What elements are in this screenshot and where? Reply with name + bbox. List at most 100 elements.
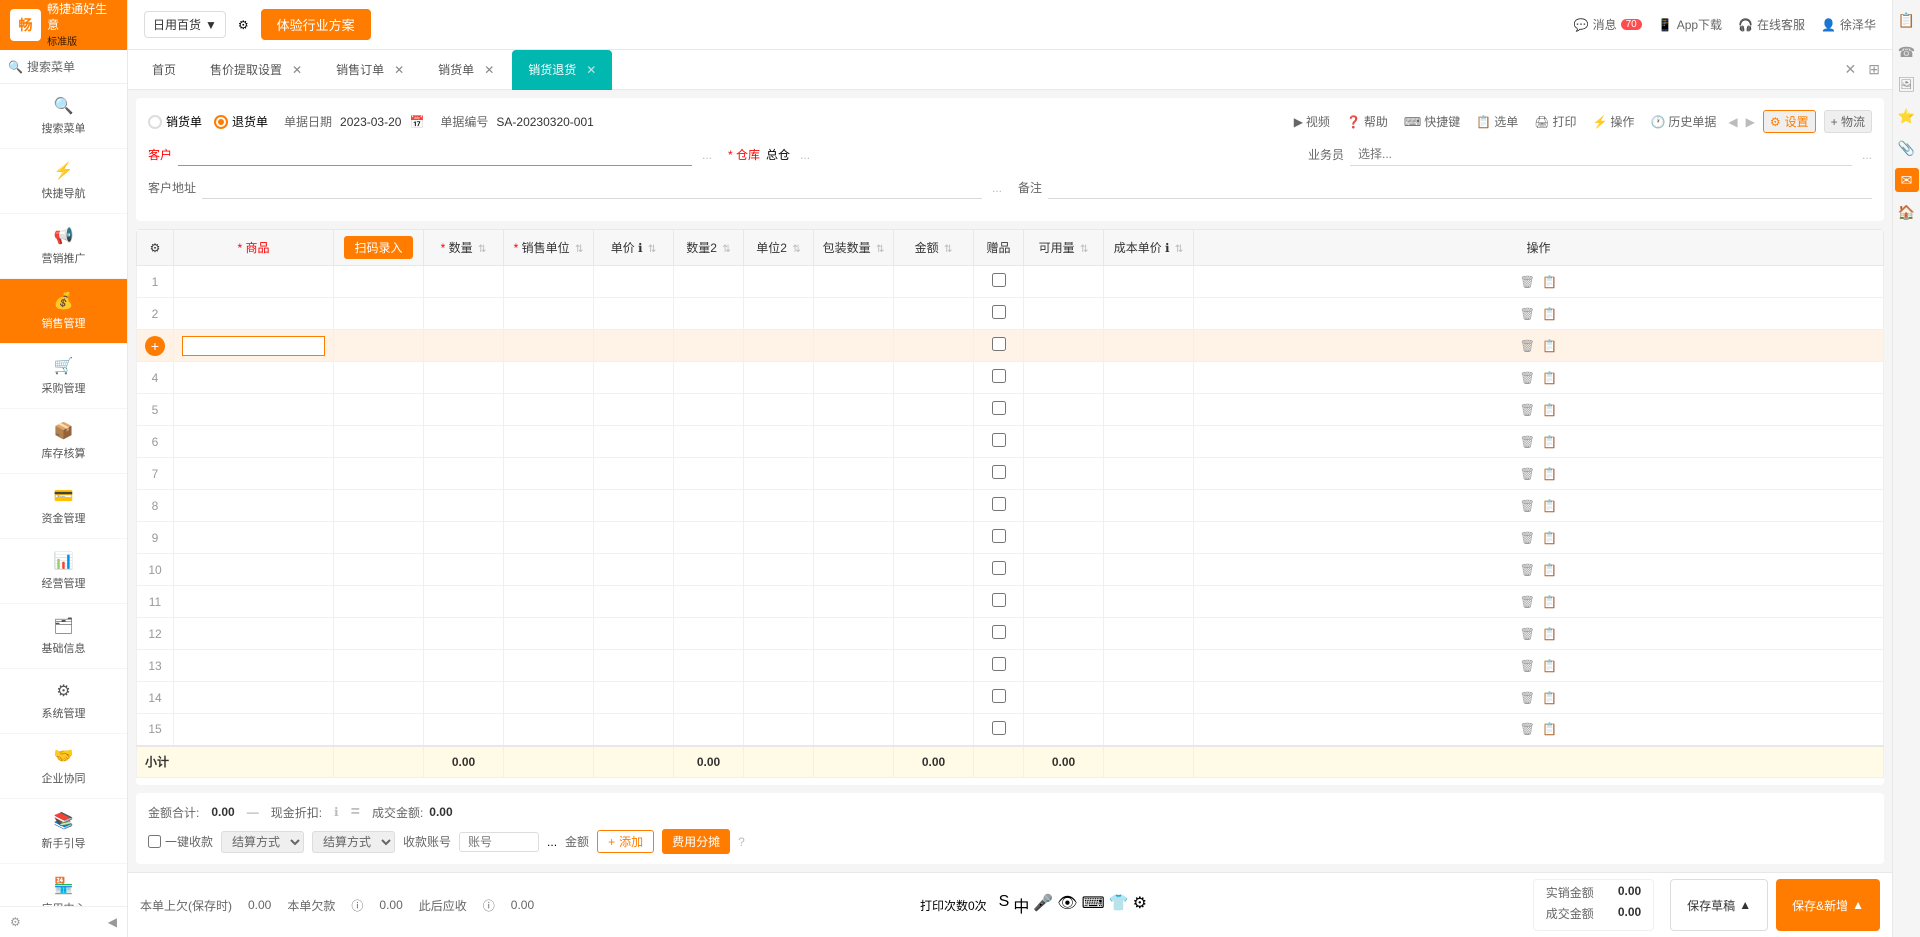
row-product-cell[interactable] xyxy=(174,490,334,522)
row-gift-cell[interactable] xyxy=(974,266,1024,298)
row-sales-unit-cell[interactable] xyxy=(504,458,594,490)
row-unit-price-cell[interactable] xyxy=(594,714,674,746)
row-gift-cell[interactable] xyxy=(974,362,1024,394)
gift-checkbox-14[interactable] xyxy=(992,689,1006,703)
row-amount-cell[interactable] xyxy=(894,362,974,394)
copy-icon-4[interactable]: 📋 xyxy=(1542,371,1557,385)
row-cost-price-cell[interactable] xyxy=(1104,554,1194,586)
sidebar-item-sales[interactable]: 💰销售管理 xyxy=(0,279,127,344)
row-amount-cell[interactable] xyxy=(894,586,974,618)
row-qty2-cell[interactable] xyxy=(674,618,744,650)
keyboard-icon[interactable]: ⌨ xyxy=(1082,893,1105,917)
copy-icon-9[interactable]: 📋 xyxy=(1542,531,1557,545)
row-pack-qty-cell[interactable] xyxy=(814,426,894,458)
row-pack-qty-cell[interactable] xyxy=(814,298,894,330)
row-available-cell[interactable] xyxy=(1024,586,1104,618)
row-product-cell[interactable] xyxy=(174,522,334,554)
row-available-cell[interactable] xyxy=(1024,554,1104,586)
row-unit-price-cell[interactable] xyxy=(594,618,674,650)
row-cost-price-cell[interactable] xyxy=(1104,362,1194,394)
row-unit2-cell[interactable] xyxy=(744,682,814,714)
sidebar-item-purchase[interactable]: 🛒采购管理 xyxy=(0,344,127,409)
row-pack-qty-cell[interactable] xyxy=(814,522,894,554)
row-unit-price-cell[interactable] xyxy=(594,554,674,586)
row-unit2-cell[interactable] xyxy=(744,650,814,682)
row-amount-cell[interactable] xyxy=(894,490,974,522)
row-unit-price-cell[interactable] xyxy=(594,490,674,522)
sidebar-item-search[interactable]: 🔍搜索菜单 xyxy=(0,84,127,149)
row-sales-unit-cell[interactable] xyxy=(504,714,594,746)
add-row-btn[interactable]: + xyxy=(145,336,165,356)
delete-icon-10[interactable]: 🗑 xyxy=(1520,563,1535,577)
settings2-icon[interactable]: ⚙ xyxy=(1133,893,1147,917)
row-product-cell[interactable] xyxy=(174,714,334,746)
delete-icon-3[interactable]: 🗑 xyxy=(1520,339,1535,353)
trial-btn[interactable]: 体验行业方案 xyxy=(261,9,371,40)
right-bar-btn-7[interactable]: 🏠 xyxy=(1895,200,1919,224)
row-cost-price-cell[interactable] xyxy=(1104,458,1194,490)
sidebar-item-guide[interactable]: 📚新手引导 xyxy=(0,799,127,864)
delete-icon-9[interactable]: 🗑 xyxy=(1520,531,1535,545)
row-available-cell[interactable] xyxy=(1024,618,1104,650)
row-unit2-cell[interactable] xyxy=(744,426,814,458)
delete-icon-1[interactable]: 🗑 xyxy=(1520,275,1535,289)
row-unit2-cell[interactable] xyxy=(744,394,814,426)
row-unit2-cell[interactable] xyxy=(744,298,814,330)
row-cost-price-cell[interactable] xyxy=(1104,394,1194,426)
row-sales-unit-cell[interactable] xyxy=(504,586,594,618)
salesman-dots[interactable]: ... xyxy=(1862,148,1872,162)
sidebar-item-basic[interactable]: 🗂基础信息 xyxy=(0,604,127,669)
row-available-cell[interactable] xyxy=(1024,682,1104,714)
row-amount-cell[interactable] xyxy=(894,298,974,330)
online-service-btn[interactable]: 🎧 在线客服 xyxy=(1738,16,1805,33)
row-cost-price-cell[interactable] xyxy=(1104,426,1194,458)
tab-close-sales-order[interactable]: ✕ xyxy=(394,63,404,77)
delete-icon-6[interactable]: 🗑 xyxy=(1520,435,1535,449)
save-new-btn[interactable]: 保存&新增 ▲ xyxy=(1776,879,1880,931)
radio-ship[interactable]: 销货单 xyxy=(148,113,202,130)
row-gift-cell[interactable] xyxy=(974,554,1024,586)
copy-icon-3[interactable]: 📋 xyxy=(1542,339,1557,353)
row-qty2-cell[interactable] xyxy=(674,298,744,330)
row-qty2-cell[interactable] xyxy=(674,394,744,426)
row-unit-price-cell[interactable] xyxy=(594,586,674,618)
row-amount-cell[interactable] xyxy=(894,330,974,362)
row-product-cell[interactable] xyxy=(174,618,334,650)
row-sales-unit-cell[interactable] xyxy=(504,554,594,586)
row-unit2-cell[interactable] xyxy=(744,714,814,746)
row-qty2-cell[interactable] xyxy=(674,554,744,586)
user-avatar[interactable]: 👤 徐泽华 xyxy=(1821,16,1876,33)
copy-icon-11[interactable]: 📋 xyxy=(1542,595,1557,609)
row-unit-price-cell[interactable] xyxy=(594,394,674,426)
row-qty2-cell[interactable] xyxy=(674,522,744,554)
row-gift-cell[interactable] xyxy=(974,618,1024,650)
row-amount-cell[interactable] xyxy=(894,554,974,586)
copy-icon-13[interactable]: 📋 xyxy=(1542,659,1557,673)
row-pack-qty-cell[interactable] xyxy=(814,586,894,618)
row-amount-cell[interactable] xyxy=(894,426,974,458)
row-available-cell[interactable] xyxy=(1024,426,1104,458)
doc-no-value[interactable]: SA-20230320-001 xyxy=(496,115,593,129)
tab-close-sales-return[interactable]: ✕ xyxy=(586,63,596,77)
row-unit2-cell[interactable] xyxy=(744,266,814,298)
row-qty2-cell[interactable] xyxy=(674,650,744,682)
row-cost-price-cell[interactable] xyxy=(1104,522,1194,554)
copy-icon-10[interactable]: 📋 xyxy=(1542,563,1557,577)
row-product-cell[interactable] xyxy=(174,298,334,330)
gift-checkbox-8[interactable] xyxy=(992,497,1006,511)
split-btn[interactable]: 费用分摊 xyxy=(662,829,730,854)
delete-icon-12[interactable]: 🗑 xyxy=(1520,627,1535,641)
gift-checkbox-5[interactable] xyxy=(992,401,1006,415)
row-qty-cell[interactable] xyxy=(424,362,504,394)
row-available-cell[interactable] xyxy=(1024,330,1104,362)
delete-icon-14[interactable]: 🗑 xyxy=(1520,691,1535,705)
row-qty-cell[interactable] xyxy=(424,586,504,618)
gift-checkbox-6[interactable] xyxy=(992,433,1006,447)
settlement-method-select[interactable]: 结算方式 xyxy=(221,831,304,853)
row-product-cell[interactable] xyxy=(174,394,334,426)
tab-home[interactable]: 首页 xyxy=(136,50,192,90)
copy-icon-5[interactable]: 📋 xyxy=(1542,403,1557,417)
row-cost-price-cell[interactable] xyxy=(1104,586,1194,618)
row-gift-cell[interactable] xyxy=(974,426,1024,458)
shortcut-btn[interactable]: ⌨ 快捷键 xyxy=(1400,111,1464,132)
